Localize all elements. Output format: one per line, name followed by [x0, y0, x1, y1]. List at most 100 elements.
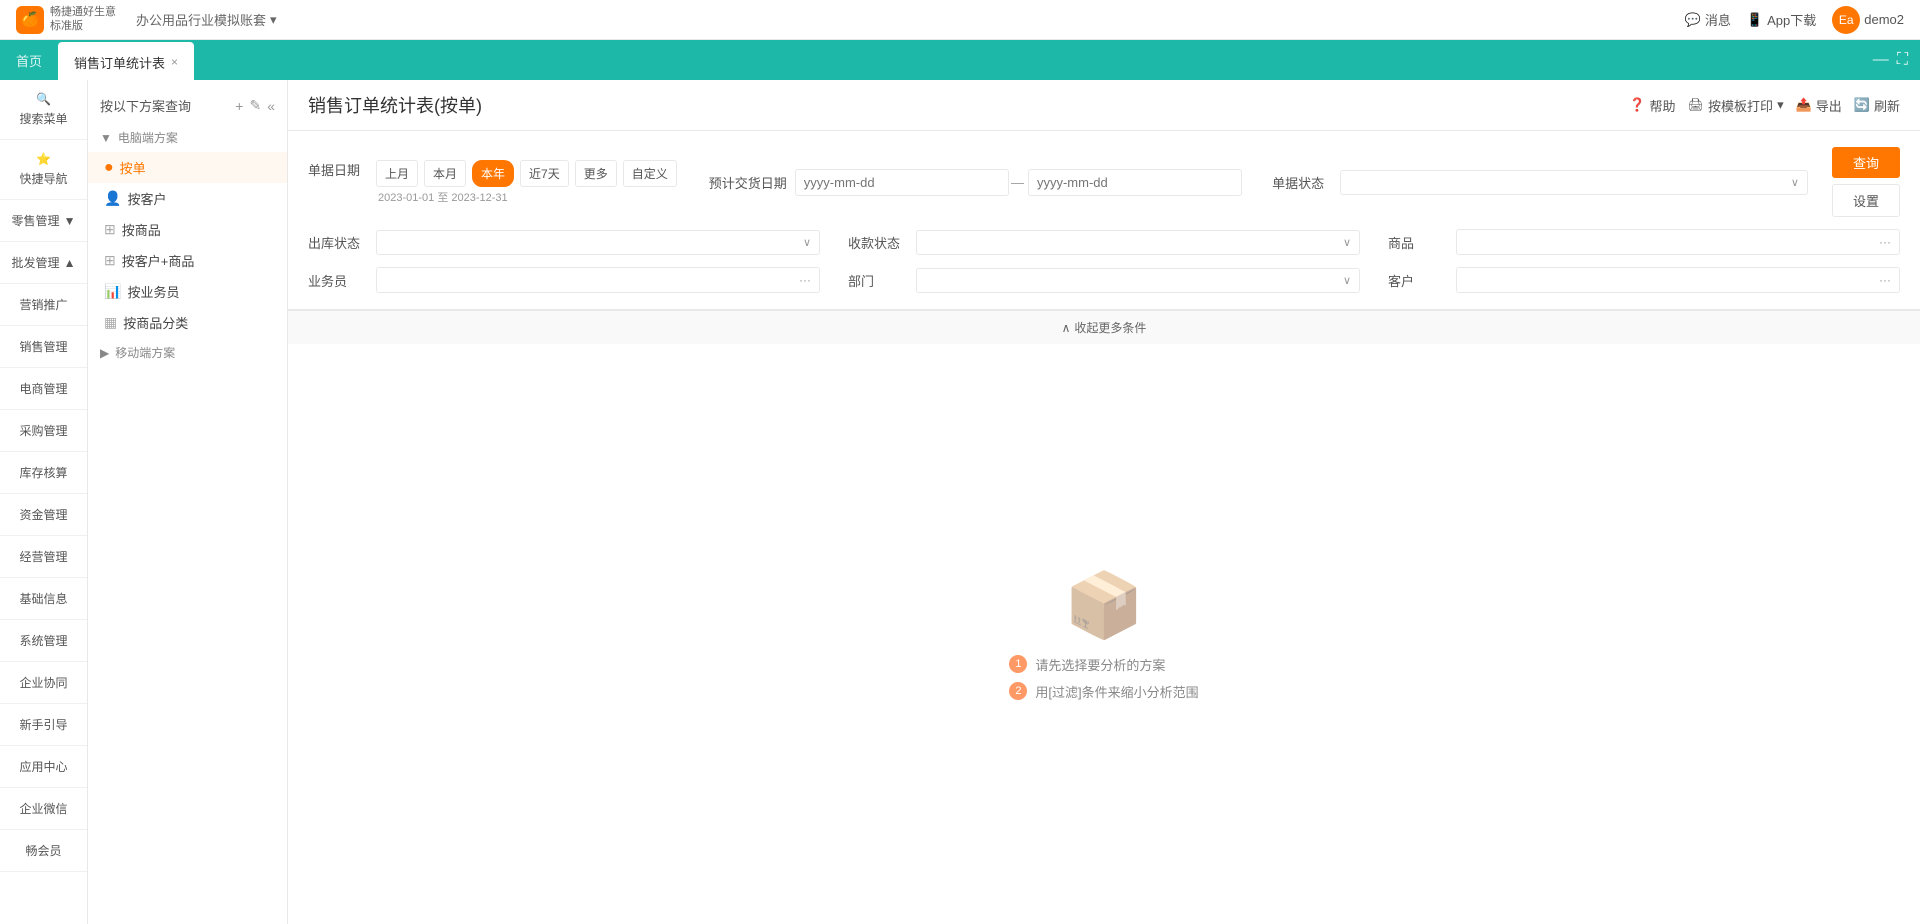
- avatar: Ea: [1832, 6, 1860, 34]
- grid-icon: ⊞: [104, 221, 116, 238]
- reset-button[interactable]: 设置: [1832, 184, 1900, 217]
- left-panel: 按以下方案查询 + ✎ « ▼ 电脑端方案 ● 按单 👤 按客户 ⊞ 按商品 ⊞…: [88, 80, 288, 924]
- help-button[interactable]: ❓ 帮助: [1629, 96, 1675, 115]
- app-download-button[interactable]: 📱 App下载: [1747, 10, 1816, 29]
- sidebar-item-member[interactable]: 畅会员: [0, 830, 87, 872]
- help-icon: ❓: [1629, 97, 1645, 113]
- chevron-down-icon: ▼: [64, 214, 76, 228]
- export-button[interactable]: 📤 导出: [1796, 96, 1842, 115]
- delivery-select[interactable]: ∨: [376, 230, 820, 255]
- collapse-bar[interactable]: ∧ 收起更多条件: [288, 310, 1920, 344]
- message-button[interactable]: 💬 消息: [1685, 10, 1731, 29]
- tab-close-icon[interactable]: ×: [171, 55, 178, 69]
- tree-group-mobile[interactable]: ▶ 移动端方案: [88, 338, 287, 367]
- tree-expand-right-icon: ▶: [100, 346, 109, 360]
- sidebar-quick-nav[interactable]: ⭐ 快捷导航: [0, 140, 87, 200]
- goods-filter-block: 商品 ···: [1388, 229, 1900, 255]
- left-panel-header: 按以下方案查询 + ✎ «: [88, 88, 287, 123]
- sidebar-item-basic-info[interactable]: 基础信息: [0, 578, 87, 620]
- tab-bar: 首页 销售订单统计表 × — ⛶: [0, 40, 1920, 80]
- template-print-button[interactable]: 🖨 按模板打印 ▾: [1688, 96, 1784, 115]
- refresh-icon: 🔄: [1854, 97, 1870, 113]
- edit-scheme-button[interactable]: ✎: [249, 97, 261, 114]
- goods-select[interactable]: ···: [1456, 229, 1900, 255]
- sidebar-search[interactable]: 🔍 搜索菜单: [0, 80, 87, 140]
- dept-filter-block: 部门 ∨: [848, 268, 1360, 293]
- tree-item-by-salesperson[interactable]: 📊 按业务员: [88, 276, 287, 307]
- salesperson-select[interactable]: ···: [376, 267, 820, 293]
- salesperson-filter-block: 业务员 ···: [308, 267, 820, 293]
- app-download-icon: 📱: [1747, 12, 1763, 28]
- page-title: 销售订单统计表(按单): [308, 92, 482, 130]
- sidebar-item-system[interactable]: 系统管理: [0, 620, 87, 662]
- filter-area: 单据日期 上月 本月 本年 近7天 更多 自定义 2023-01-01 至 20…: [288, 131, 1920, 310]
- status-select[interactable]: ∨: [1340, 170, 1808, 195]
- breadcrumb-chevron[interactable]: ▾: [270, 12, 277, 28]
- dept-chevron-icon: ∨: [1343, 274, 1351, 287]
- customer-select[interactable]: ···: [1456, 267, 1900, 293]
- tree-item-by-order[interactable]: ● 按单: [88, 152, 287, 183]
- expected-date-start[interactable]: [795, 169, 1009, 196]
- tab-minimize-icon[interactable]: —: [1873, 51, 1889, 69]
- delivery-label: 出库状态: [308, 233, 368, 252]
- tree-item-by-goods[interactable]: ⊞ 按商品: [88, 214, 287, 245]
- dept-select[interactable]: ∨: [916, 268, 1360, 293]
- sidebar-item-ecommerce[interactable]: 电商管理: [0, 368, 87, 410]
- tree-item-by-category[interactable]: ▦ 按商品分类: [88, 307, 287, 338]
- refresh-button[interactable]: 🔄 刷新: [1854, 96, 1900, 115]
- sidebar-item-inventory[interactable]: 库存核算: [0, 452, 87, 494]
- sidebar-item-retail[interactable]: 零售管理 ▼: [0, 200, 87, 242]
- sidebar-item-purchase[interactable]: 采购管理: [0, 410, 87, 452]
- print-icon: 🖨: [1688, 97, 1705, 113]
- logo-area: 🍊 畅捷通好生意 标准版: [16, 6, 116, 34]
- sidebar-item-enterprise[interactable]: 企业协同: [0, 662, 87, 704]
- sidebar-item-guide[interactable]: 新手引导: [0, 704, 87, 746]
- status-filter-block: 单据状态 ∨: [1272, 170, 1808, 195]
- collapse-panel-button[interactable]: «: [267, 98, 275, 114]
- sidebar-item-operations[interactable]: 经营管理: [0, 536, 87, 578]
- sidebar-item-enterprise-wechat[interactable]: 企业微信: [0, 788, 87, 830]
- payment-label: 收款状态: [848, 233, 908, 252]
- sidebar-item-wholesale[interactable]: 批发管理 ▲: [0, 242, 87, 284]
- query-button[interactable]: 查询: [1832, 147, 1900, 178]
- panel-header-icons: + ✎ «: [235, 97, 275, 114]
- empty-tip-2: 2 用[过滤]条件来缩小分析范围: [1009, 682, 1198, 701]
- top-bar-right: 💬 消息 📱 App下载 Ea demo2: [1685, 6, 1904, 34]
- payment-select[interactable]: ∨: [916, 230, 1360, 255]
- date-buttons-group: 上月 本月 本年 近7天 更多 自定义: [376, 160, 677, 187]
- sidebar-item-finance[interactable]: 资金管理: [0, 494, 87, 536]
- tab-active[interactable]: 销售订单统计表 ×: [58, 42, 194, 82]
- content-area: 销售订单统计表(按单) ❓ 帮助 🖨 按模板打印 ▾ 📤 导出 🔄 刷新: [288, 80, 1920, 924]
- circle-icon: ●: [104, 159, 114, 177]
- date-dash: —: [1011, 175, 1024, 190]
- tree-item-by-customer[interactable]: 👤 按客户: [88, 183, 287, 214]
- expected-date-end[interactable]: [1028, 169, 1242, 196]
- date-btn-more[interactable]: 更多: [575, 160, 617, 187]
- date-btn-this-year[interactable]: 本年: [472, 160, 514, 187]
- dept-label: 部门: [848, 271, 908, 290]
- tree-group-pc[interactable]: ▼ 电脑端方案: [88, 123, 287, 152]
- date-btn-custom[interactable]: 自定义: [623, 160, 677, 187]
- salesperson-more-icon[interactable]: ···: [799, 273, 811, 287]
- payment-filter-block: 收款状态 ∨: [848, 230, 1360, 255]
- goods-more-icon[interactable]: ···: [1879, 235, 1891, 249]
- tree-item-by-customer-goods[interactable]: ⊞ 按客户+商品: [88, 245, 287, 276]
- tab-maximize-icon[interactable]: ⛶: [1897, 51, 1908, 69]
- table-icon: ▦: [104, 314, 117, 331]
- person-icon: 👤: [104, 190, 121, 207]
- sidebar-item-marketing[interactable]: 营销推广: [0, 284, 87, 326]
- date-btn-7days[interactable]: 近7天: [520, 160, 569, 187]
- collapse-up-icon: ∧: [1062, 321, 1071, 335]
- date-btn-this-month[interactable]: 本月: [424, 160, 466, 187]
- tab-home[interactable]: 首页: [0, 40, 58, 80]
- date-btn-last-month[interactable]: 上月: [376, 160, 418, 187]
- filter-row-2: 出库状态 ∨ 收款状态 ∨ 商品: [308, 229, 1900, 255]
- sidebar-item-sales[interactable]: 销售管理: [0, 326, 87, 368]
- tab-bar-right: — ⛶: [1873, 51, 1920, 69]
- sidebar-item-app-center[interactable]: 应用中心: [0, 746, 87, 788]
- add-scheme-button[interactable]: +: [235, 98, 243, 114]
- user-avatar-area[interactable]: Ea demo2: [1832, 6, 1904, 34]
- date-filter-block: 单据日期 上月 本月 本年 近7天 更多 自定义 2023-01-01 至 20…: [308, 160, 677, 205]
- print-chevron-icon: ▾: [1777, 97, 1784, 113]
- customer-more-icon[interactable]: ···: [1879, 273, 1891, 287]
